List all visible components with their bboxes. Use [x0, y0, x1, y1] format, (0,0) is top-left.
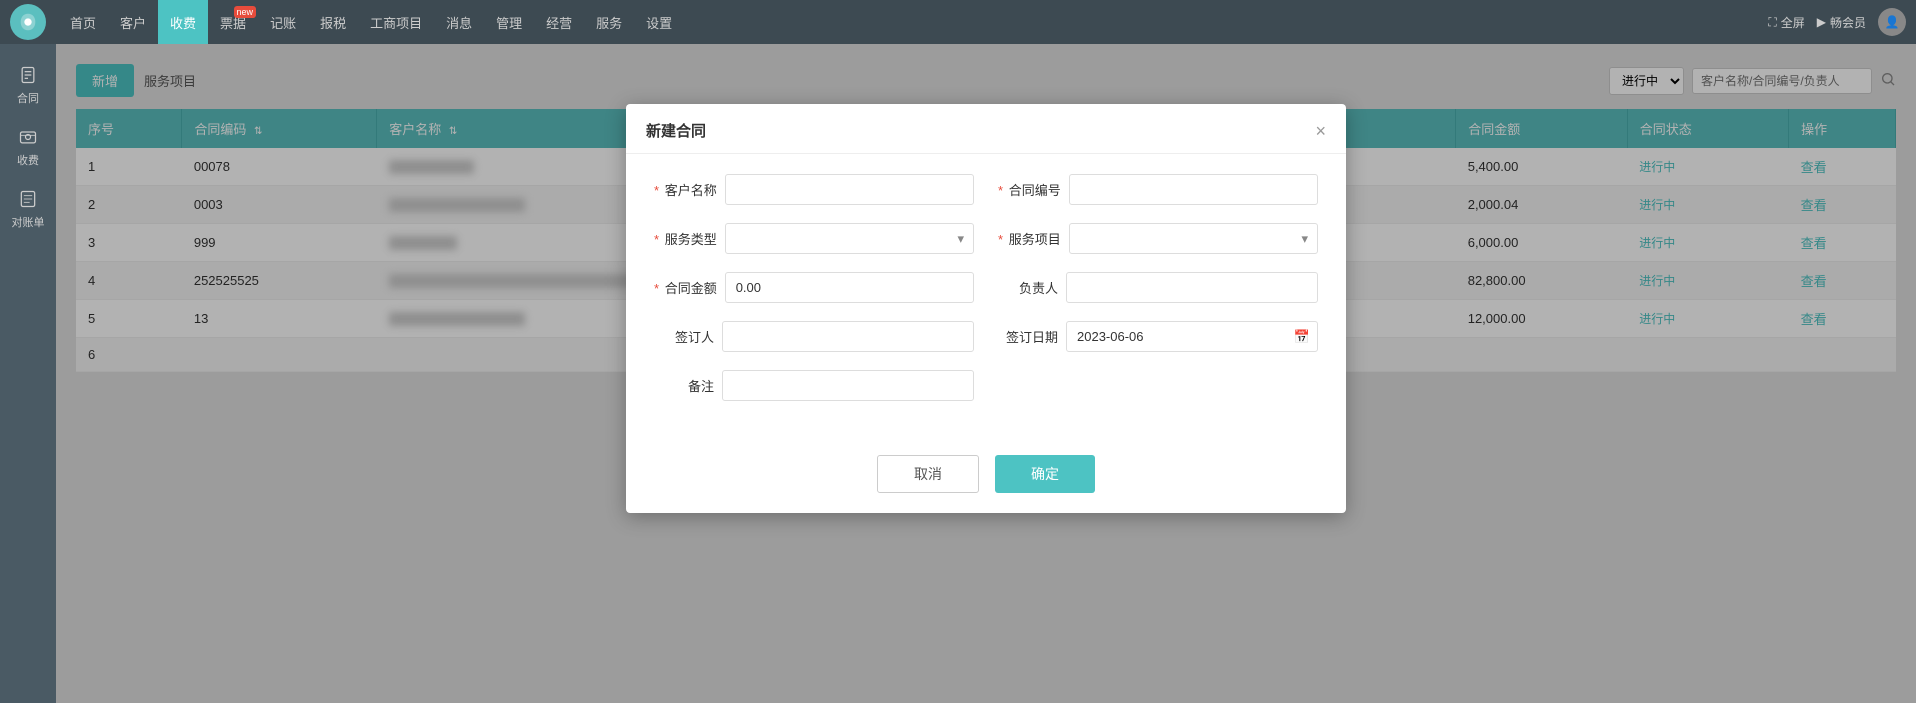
service-item-select[interactable] [1069, 223, 1318, 254]
modal-header: 新建合同 × [626, 104, 1346, 154]
content-area: 新增 服务项目 进行中 已完成 全部 [56, 44, 1916, 703]
contract-no-label: * 合同编号 [998, 180, 1061, 199]
notes-label: 备注 [654, 376, 714, 395]
form-row-1: * 客户名称 * 合同编号 [654, 174, 1318, 205]
form-group-amount: * 合同金额 [654, 272, 974, 303]
customer-name-label: * 客户名称 [654, 180, 717, 199]
top-navigation: 首页 客户 收费 票据 new 记账 报税 工商项目 消息 管理 经营 服务 设… [0, 0, 1916, 44]
modal-body: * 客户名称 * 合同编号 [626, 154, 1346, 439]
signer-label: 签订人 [654, 327, 714, 346]
calendar-icon[interactable]: 📅 [1294, 329, 1310, 345]
sidebar-item-statement[interactable]: 对账单 [0, 178, 56, 240]
confirm-button[interactable]: 确定 [995, 455, 1095, 493]
form-group-customer-name: * 客户名称 [654, 174, 974, 205]
service-item-select-wrap [1069, 223, 1318, 254]
contract-icon [17, 64, 39, 86]
modal-close-button[interactable]: × [1315, 122, 1326, 140]
statement-icon [17, 188, 39, 210]
modal-footer: 取消 确定 [626, 439, 1346, 513]
sidebar-item-fee[interactable]: 收费 [0, 116, 56, 178]
fullscreen-button[interactable]: ⛶ 全屏 [1768, 14, 1804, 31]
nav-item-home[interactable]: 首页 [58, 0, 108, 44]
form-group-notes: 备注 [654, 370, 974, 401]
form-group-contract-no: * 合同编号 [998, 174, 1318, 205]
modal-title: 新建合同 [646, 120, 706, 141]
form-group-service-type: * 服务类型 [654, 223, 974, 254]
logo [10, 4, 46, 40]
signer-input[interactable] [722, 321, 974, 352]
nav-item-invoice[interactable]: 票据 new [208, 0, 258, 44]
service-type-select-wrap [725, 223, 974, 254]
responsible-person-label: 负责人 [998, 278, 1058, 297]
service-type-select[interactable] [725, 223, 974, 254]
sign-date-label: 签订日期 [998, 327, 1058, 346]
nav-item-customer[interactable]: 客户 [108, 0, 158, 44]
nav-right: ⛶ 全屏 ▶ 畅会员 👤 [1768, 8, 1906, 36]
new-badge: new [234, 6, 257, 18]
nav-items: 首页 客户 收费 票据 new 记账 报税 工商项目 消息 管理 经营 服务 设… [58, 0, 1768, 44]
nav-item-operation[interactable]: 经营 [534, 0, 584, 44]
form-row-3: * 合同金额 负责人 [654, 272, 1318, 303]
form-row-2: * 服务类型 * 服务项目 [654, 223, 1318, 254]
customer-name-input[interactable] [725, 174, 974, 205]
notes-input[interactable] [722, 370, 974, 401]
fee-icon [17, 126, 39, 148]
service-item-label: * 服务项目 [998, 229, 1061, 248]
contract-amount-input[interactable] [725, 272, 974, 303]
responsible-person-input[interactable] [1066, 272, 1318, 303]
nav-item-tax[interactable]: 报税 [308, 0, 358, 44]
sidebar-item-contract[interactable]: 合同 [0, 54, 56, 116]
contract-no-input[interactable] [1069, 174, 1318, 205]
nav-item-manage[interactable]: 管理 [484, 0, 534, 44]
form-row-5: 备注 [654, 370, 1318, 401]
service-type-label: * 服务类型 [654, 229, 717, 248]
form-row-4: 签订人 签订日期 📅 [654, 321, 1318, 352]
member-button[interactable]: ▶ 畅会员 [1817, 14, 1866, 31]
nav-item-service[interactable]: 服务 [584, 0, 634, 44]
main-layout: 合同 收费 对账单 [0, 44, 1916, 703]
sidebar: 合同 收费 对账单 [0, 44, 56, 703]
nav-item-settings[interactable]: 设置 [634, 0, 684, 44]
modal-overlay: 新建合同 × * 客户名称 [56, 44, 1916, 703]
form-group-responsible: 负责人 [998, 272, 1318, 303]
contract-amount-label: * 合同金额 [654, 278, 717, 297]
nav-item-bookkeeping[interactable]: 记账 [258, 0, 308, 44]
nav-item-fee[interactable]: 收费 [158, 0, 208, 44]
form-group-service-item: * 服务项目 [998, 223, 1318, 254]
form-group-signer: 签订人 [654, 321, 974, 352]
nav-item-message[interactable]: 消息 [434, 0, 484, 44]
sign-date-input[interactable] [1066, 321, 1318, 352]
form-group-sign-date: 签订日期 📅 [998, 321, 1318, 352]
sign-date-wrap: 📅 [1066, 321, 1318, 352]
avatar[interactable]: 👤 [1878, 8, 1906, 36]
nav-item-business[interactable]: 工商项目 [358, 0, 434, 44]
new-contract-modal: 新建合同 × * 客户名称 [626, 104, 1346, 513]
cancel-button[interactable]: 取消 [877, 455, 979, 493]
